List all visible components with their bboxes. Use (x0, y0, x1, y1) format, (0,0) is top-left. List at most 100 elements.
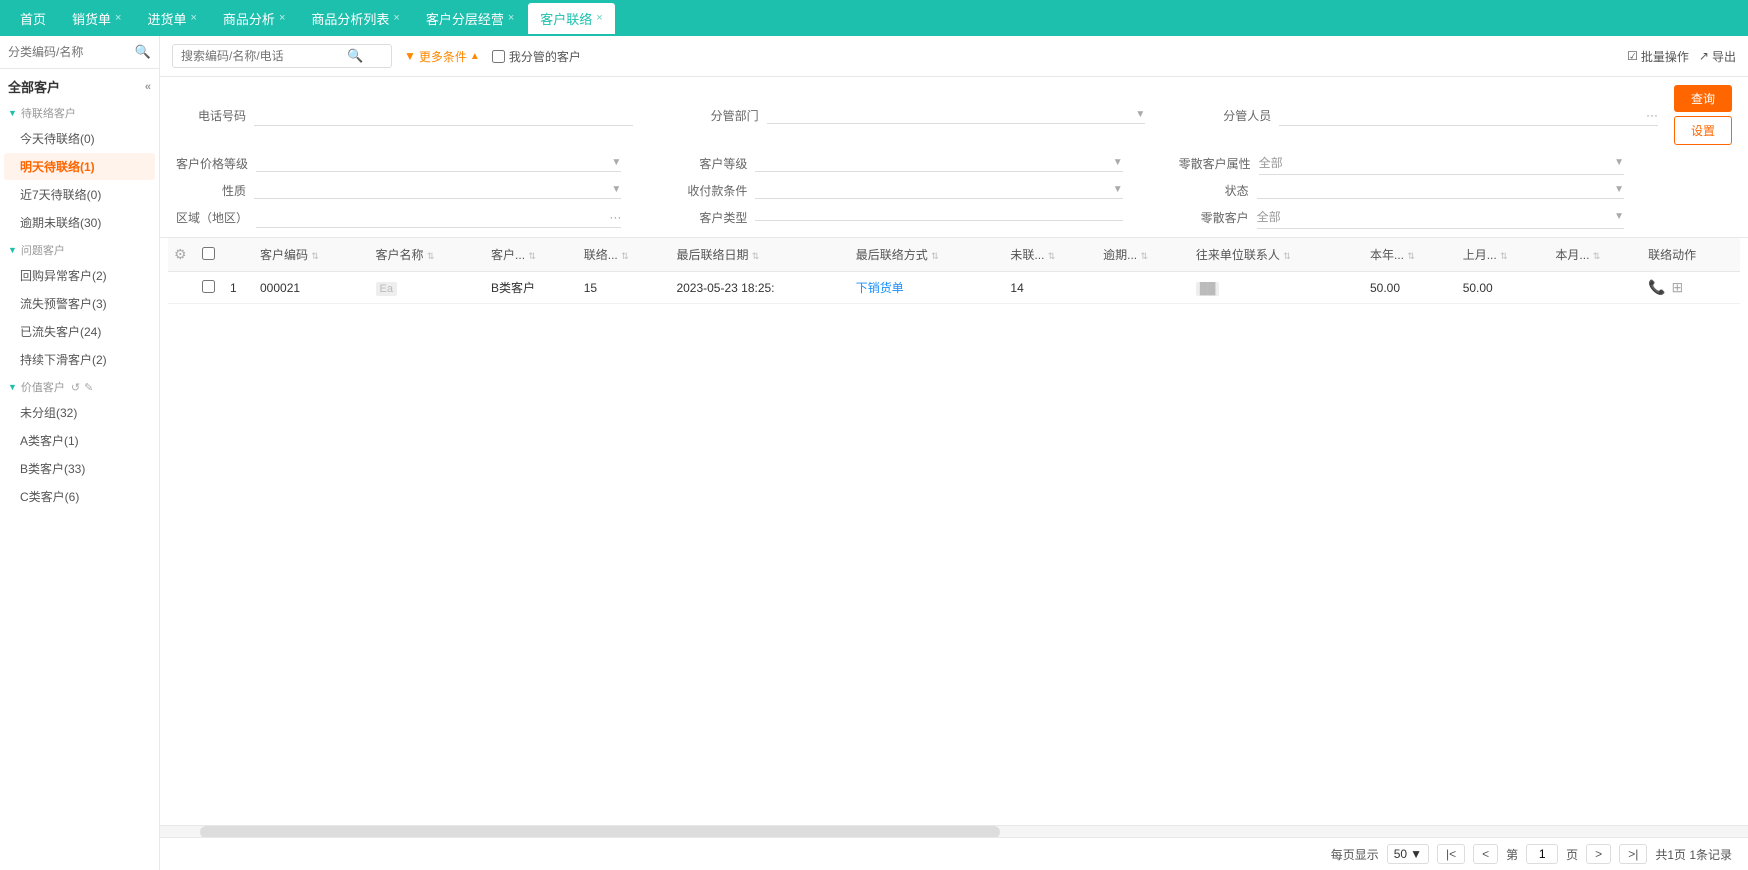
phone-action-icon[interactable]: 📞 (1648, 279, 1665, 296)
retail-customer-chevron-icon: ▼ (1614, 211, 1624, 222)
row-checkbox[interactable] (202, 280, 215, 293)
select-all-checkbox[interactable] (202, 247, 215, 260)
customer-type-select[interactable] (755, 214, 1122, 221)
close-segment-icon[interactable]: × (508, 12, 514, 24)
payment-select[interactable]: ▼ (755, 181, 1122, 199)
company-contact-sort-icon[interactable]: ⇅ (1283, 251, 1291, 261)
sidebar-item-tomorrow-contact[interactable]: 明天待联络(1) (4, 153, 155, 180)
customer-name-sort-icon[interactable]: ⇅ (427, 251, 435, 261)
my-customers-checkbox[interactable] (492, 50, 505, 63)
status-select[interactable]: ▼ (1257, 181, 1624, 199)
value-grade-select[interactable]: ▼ (256, 154, 621, 172)
sidebar-item-churn-warning[interactable]: 流失预警客户(3) (4, 290, 155, 317)
next-page-btn[interactable]: > (1586, 844, 1611, 864)
last-date-sort-icon[interactable]: ⇅ (752, 251, 760, 261)
this-year-sort-icon[interactable]: ⇅ (1407, 251, 1415, 261)
last-page-btn[interactable]: >| (1619, 844, 1647, 864)
nav-item-analysis-list[interactable]: 商品分析列表 × (299, 3, 411, 34)
page-size-select[interactable]: 50 ▼ (1387, 844, 1429, 864)
overdue-sort-icon[interactable]: ⇅ (1140, 251, 1148, 261)
close-purchase-icon[interactable]: × (190, 12, 196, 24)
contact-count-sort-icon[interactable]: ⇅ (621, 251, 629, 261)
row-customer-name-cell: Ea (370, 272, 486, 304)
close-contact-icon[interactable]: × (596, 12, 602, 24)
dept-select[interactable]: ▼ (767, 106, 1146, 124)
sidebar-item-class-a[interactable]: A类客户(1) (4, 427, 155, 454)
page-size-chevron-icon: ▼ (1410, 847, 1422, 861)
customer-grade-select[interactable]: ▼ (755, 154, 1122, 172)
close-sales-icon[interactable]: × (115, 12, 121, 24)
company-contact-masked: ██ (1196, 282, 1220, 296)
my-customers-checkbox-wrap[interactable]: 我分管的客户 (492, 48, 581, 65)
sidebar-search-input[interactable] (8, 45, 131, 59)
customer-type-sort-icon[interactable]: ⇅ (528, 251, 536, 261)
export-btn[interactable]: ↗ 导出 (1699, 48, 1736, 65)
retail-attr-select[interactable]: 全部 ▼ (1259, 151, 1624, 175)
last-method-sort-icon[interactable]: ⇅ (931, 251, 939, 261)
sidebar-item-today-contact[interactable]: 今天待联络(0) (4, 125, 155, 152)
settings-icon[interactable]: ⚙ (174, 246, 187, 262)
this-month-col-label: 本月... (1555, 248, 1589, 262)
uncontacted-sort-icon[interactable]: ⇅ (1048, 251, 1056, 261)
main-search-icon[interactable]: 🔍 (347, 48, 363, 64)
customer-type-col-label: 客户... (491, 248, 525, 262)
setting-button[interactable]: 设置 (1674, 116, 1732, 145)
value-edit-icon[interactable]: ✎ (84, 381, 93, 394)
sidebar-item-ungrouped[interactable]: 未分组(32) (4, 399, 155, 426)
close-analysis-icon[interactable]: × (279, 12, 285, 24)
dept-chevron-icon: ▼ (1135, 109, 1145, 120)
all-customers-header: 全部客户 « (0, 69, 159, 100)
filter-actions: 查询 设置 (1674, 85, 1732, 145)
region-select[interactable]: ··· (256, 207, 621, 228)
query-button[interactable]: 查询 (1674, 85, 1732, 112)
sidebar-item-repurchase-anomaly[interactable]: 回购异常客户(2) (4, 262, 155, 289)
nav-item-analysis[interactable]: 商品分析 × (211, 3, 297, 34)
this-month-sort-icon[interactable]: ⇅ (1593, 251, 1601, 261)
col-uncontacted-header: 未联... ⇅ (1004, 238, 1097, 272)
page-unit-label: 页 (1566, 846, 1578, 863)
sidebar-item-class-b[interactable]: B类客户(33) (4, 455, 155, 482)
phone-input[interactable] (254, 105, 633, 126)
sidebar-item-continuous-decline[interactable]: 持续下滑客户(2) (4, 346, 155, 373)
retail-customer-select[interactable]: 全部 ▼ (1257, 205, 1624, 229)
value-refresh-icon[interactable]: ↺ (71, 381, 80, 394)
batch-ops-btn[interactable]: ☑ 批量操作 (1627, 48, 1689, 65)
close-analysis-list-icon[interactable]: × (393, 12, 399, 24)
first-page-btn[interactable]: |< (1437, 844, 1465, 864)
triangle-value-icon: ▼ (8, 382, 17, 392)
filter-field-customer-type: 客户类型 (677, 209, 1122, 226)
more-conditions-btn[interactable]: ▼ 更多条件 ▲ (404, 48, 480, 65)
sidebar-item-churned[interactable]: 已流失客户(24) (4, 318, 155, 345)
nav-item-customer-contact[interactable]: 客户联络 × (528, 3, 614, 34)
sidebar-item-class-c[interactable]: C类客户(6) (4, 483, 155, 510)
nav-item-purchase[interactable]: 进货单 × (135, 3, 208, 34)
nav-home[interactable]: 首页 (8, 3, 58, 34)
sidebar-item-overdue-contact[interactable]: 逾期未联络(30) (4, 209, 155, 236)
customer-type-label: 客户类型 (677, 209, 747, 226)
nav-item-sales[interactable]: 销货单 × (60, 3, 133, 34)
table-body: 1 000021 Ea B类客户 15 2023-05-23 18:25: 下销… (168, 272, 1740, 304)
main-search-input[interactable] (181, 49, 341, 63)
col-customer-name-header: 客户名称 ⇅ (370, 238, 486, 272)
collapse-all-icon[interactable]: « (145, 81, 151, 93)
customer-code-sort-icon[interactable]: ⇅ (311, 251, 319, 261)
sidebar-search-icon[interactable]: 🔍 (135, 44, 151, 60)
sidebar-item-7days-contact[interactable]: 近7天待联络(0) (4, 181, 155, 208)
last-month-sort-icon[interactable]: ⇅ (1500, 251, 1508, 261)
sidebar-search-area: 🔍 (0, 36, 159, 69)
page-number-input[interactable] (1526, 844, 1558, 864)
action-icons-wrap: 📞 ⊞ (1648, 279, 1734, 296)
value-grade-chevron-icon: ▼ (611, 157, 621, 168)
col-last-month-header: 上月... ⇅ (1457, 238, 1550, 272)
customer-grade-chevron-icon: ▼ (1113, 157, 1123, 168)
grid-action-icon[interactable]: ⊞ (1672, 279, 1684, 296)
triangle-problem-icon: ▼ (8, 245, 17, 255)
last-contact-method-link[interactable]: 下销货单 (856, 281, 904, 295)
nav-item-customer-segment[interactable]: 客户分层经营 × (414, 3, 526, 34)
row-gear-cell (168, 272, 196, 304)
prev-page-btn[interactable]: < (1473, 844, 1498, 864)
triangle-pending-icon: ▼ (8, 108, 17, 118)
filter-field-value-grade: 客户价格等级 ▼ (176, 154, 621, 172)
person-select[interactable]: ··· (1279, 105, 1658, 126)
gender-select[interactable]: ▼ (254, 181, 621, 199)
